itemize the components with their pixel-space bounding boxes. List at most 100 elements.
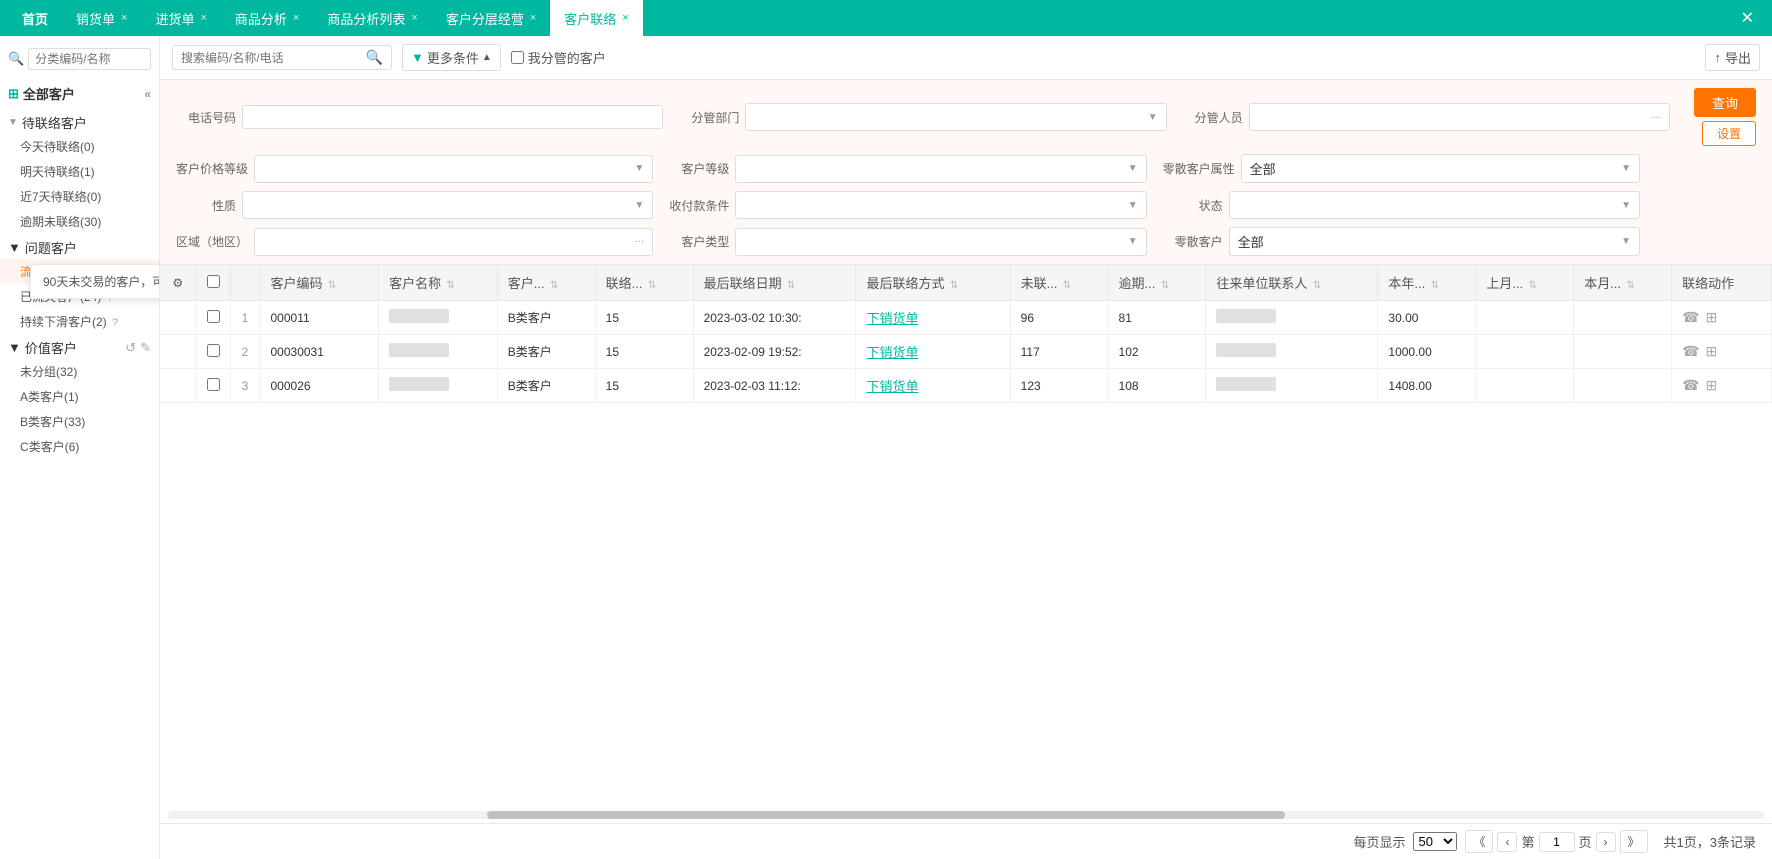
filter-select-customer-type-arrow: ▼ — [1128, 236, 1138, 247]
th-this-year[interactable]: 本年... ⇅ — [1378, 265, 1476, 301]
th-last-month-label: 上月... — [1486, 276, 1523, 291]
next-page-button[interactable]: › — [1596, 832, 1616, 852]
nav-close-goods-analysis[interactable]: × — [293, 12, 299, 24]
value-customer-edit-icon[interactable]: ✎ — [140, 340, 151, 356]
th-last-contact-way[interactable]: 最后联络方式 ⇅ — [856, 265, 1010, 301]
td-this-year-0: 30.00 — [1378, 301, 1476, 335]
nav-close-sales[interactable]: × — [121, 12, 127, 24]
sidebar-item-class-b[interactable]: B类客户(33) — [0, 409, 159, 434]
nav-close-purchase[interactable]: × — [200, 12, 206, 24]
filter-select-customer-type[interactable]: ▼ — [735, 228, 1146, 256]
filter-select-region[interactable]: ··· — [254, 228, 653, 256]
nav-item-sales[interactable]: 销货单 × — [62, 0, 141, 36]
window-close-button[interactable]: ✕ — [1731, 8, 1764, 28]
main-search-icon[interactable]: 🔍 — [366, 49, 383, 66]
value-customer-refresh-icon[interactable]: ↺ — [125, 340, 136, 356]
action-more-icon-1[interactable]: ⊞ — [1706, 343, 1718, 360]
sidebar-item-class-c[interactable]: C类客户(6) — [0, 434, 159, 459]
th-this-month[interactable]: 本月... ⇅ — [1574, 265, 1672, 301]
filter-select-retail-customer[interactable]: 全部 ▼ — [1229, 227, 1640, 256]
th-type-sort: ⇅ — [550, 280, 558, 291]
sidebar-group-value-customers[interactable]: ▼ 价值客户 ↺ ✎ — [0, 334, 159, 359]
sidebar-item-week-pending[interactable]: 近7天待联络(0) — [0, 184, 159, 209]
settings-button[interactable]: 设置 — [1702, 121, 1756, 146]
nav-item-goods-analysis-list[interactable]: 商品分析列表 × — [313, 0, 431, 36]
sidebar-group-pending-contact[interactable]: ▼ 待联络客户 — [0, 109, 159, 134]
th-name[interactable]: 客户名称 ⇅ — [379, 265, 498, 301]
th-unit-contact[interactable]: 往来单位联系人 ⇅ — [1206, 265, 1378, 301]
sidebar-item-unclassified[interactable]: 未分组(32) — [0, 359, 159, 384]
nav-item-home[interactable]: 首页 — [8, 0, 62, 36]
scroll-thumb[interactable] — [487, 811, 1285, 819]
td-checkbox-0[interactable] — [196, 301, 230, 335]
table-row: 2 00030031 B类客户 15 2023-02-09 19:52: 下销货… — [160, 335, 1772, 369]
nav-item-goods-analysis[interactable]: 商品分析 × — [221, 0, 313, 36]
filter-select-person[interactable]: ··· — [1249, 103, 1670, 131]
th-code[interactable]: 客户编码 ⇅ — [260, 265, 379, 301]
sidebar-group-problem-customers[interactable]: ▼ 问题客户 — [0, 234, 159, 259]
td-last-contact-way-1[interactable]: 下销货单 — [856, 335, 1010, 369]
td-name-0 — [379, 301, 498, 335]
th-last-month[interactable]: 上月... ⇅ — [1476, 265, 1574, 301]
last-page-button[interactable]: 》 — [1620, 830, 1648, 853]
th-contact[interactable]: 联络... ⇅ — [595, 265, 693, 301]
filter-select-retail-attr[interactable]: 全部 ▼ — [1241, 154, 1640, 183]
sidebar-search-icon: 🔍 — [8, 51, 24, 67]
nav-close-customer-tier[interactable]: × — [530, 12, 536, 24]
page-number-input[interactable] — [1539, 832, 1575, 852]
nav-item-purchase[interactable]: 进货单 × — [141, 0, 220, 36]
sidebar-item-overdue-contact[interactable]: 逾期未联络(30) — [0, 209, 159, 234]
filter-select-nature[interactable]: ▼ — [242, 191, 653, 219]
th-type[interactable]: 客户... ⇅ — [497, 265, 595, 301]
th-no-contact[interactable]: 未联... ⇅ — [1010, 265, 1108, 301]
th-overdue[interactable]: 逾期... ⇅ — [1108, 265, 1206, 301]
filter-select-payment[interactable]: ▼ — [735, 191, 1146, 219]
main-search-input[interactable] — [181, 51, 366, 65]
th-unit-contact-sort: ⇅ — [1313, 280, 1321, 291]
action-contact-icon-2[interactable]: ☎ — [1682, 377, 1699, 394]
sidebar: 🔍 ⊞ 全部客户 « ▼ 待联络客户 今天待联络(0) 明天待联络(1) 近7天… — [0, 36, 160, 859]
filter-select-retail-customer-arrow: ▼ — [1621, 236, 1631, 247]
td-last-contact-way-0[interactable]: 下销货单 — [856, 301, 1010, 335]
sidebar-item-class-a[interactable]: A类客户(1) — [0, 384, 159, 409]
filter-label-retail-attr: 零散客户属性 — [1163, 160, 1235, 177]
th-settings[interactable]: ⚙ — [160, 265, 196, 301]
more-conditions-button[interactable]: ▼ 更多条件 ▲ — [402, 44, 501, 71]
my-customers-checkbox-wrap[interactable]: 我分管的客户 — [511, 48, 606, 67]
filter-select-price-grade[interactable]: ▼ — [254, 155, 653, 183]
nav-close-customer-contact[interactable]: × — [622, 12, 628, 24]
td-last-contact-way-2[interactable]: 下销货单 — [856, 369, 1010, 403]
th-checkbox[interactable] — [196, 265, 230, 301]
advanced-filters-panel: 电话号码 分管部门 ▼ 分管人员 ··· — [160, 80, 1772, 265]
th-overdue-label: 逾期... — [1119, 276, 1156, 291]
select-all-checkbox[interactable] — [207, 275, 220, 288]
export-button[interactable]: ↑ 导出 — [1705, 44, 1760, 71]
action-contact-icon-1[interactable]: ☎ — [1682, 343, 1699, 360]
my-customers-checkbox[interactable] — [511, 51, 524, 64]
filter-select-dept[interactable]: ▼ — [745, 103, 1166, 131]
horizontal-scrollbar[interactable] — [168, 811, 1764, 819]
filter-label-payment: 收付款条件 — [669, 197, 729, 214]
sidebar-all-customers[interactable]: ⊞ 全部客户 « — [0, 78, 159, 109]
action-more-icon-0[interactable]: ⊞ — [1706, 309, 1718, 326]
th-last-contact-date[interactable]: 最后联络日期 ⇅ — [693, 265, 856, 301]
action-more-icon-2[interactable]: ⊞ — [1706, 377, 1718, 394]
sidebar-item-tomorrow-pending[interactable]: 明天待联络(1) — [0, 159, 159, 184]
sidebar-collapse-icon[interactable]: « — [144, 87, 151, 101]
first-page-button[interactable]: 《 — [1465, 830, 1493, 853]
td-checkbox-1[interactable] — [196, 335, 230, 369]
nav-item-customer-tier[interactable]: 客户分层经营 × — [432, 0, 550, 36]
sidebar-item-declining[interactable]: 持续下滑客户(2) ? — [0, 309, 159, 334]
page-size-select[interactable]: 50 100 — [1413, 832, 1457, 851]
nav-close-goods-analysis-list[interactable]: × — [411, 12, 417, 24]
td-checkbox-2[interactable] — [196, 369, 230, 403]
prev-page-button[interactable]: ‹ — [1497, 832, 1517, 852]
query-button[interactable]: 查询 — [1694, 88, 1756, 117]
filter-select-status[interactable]: ▼ — [1229, 191, 1640, 219]
filter-select-customer-grade[interactable]: ▼ — [735, 155, 1146, 183]
sidebar-search-input[interactable] — [28, 48, 151, 70]
nav-item-customer-contact[interactable]: 客户联络 × — [550, 0, 642, 36]
action-contact-icon-0[interactable]: ☎ — [1682, 309, 1699, 326]
filter-input-phone[interactable] — [242, 105, 663, 129]
sidebar-item-today-pending[interactable]: 今天待联络(0) — [0, 134, 159, 159]
